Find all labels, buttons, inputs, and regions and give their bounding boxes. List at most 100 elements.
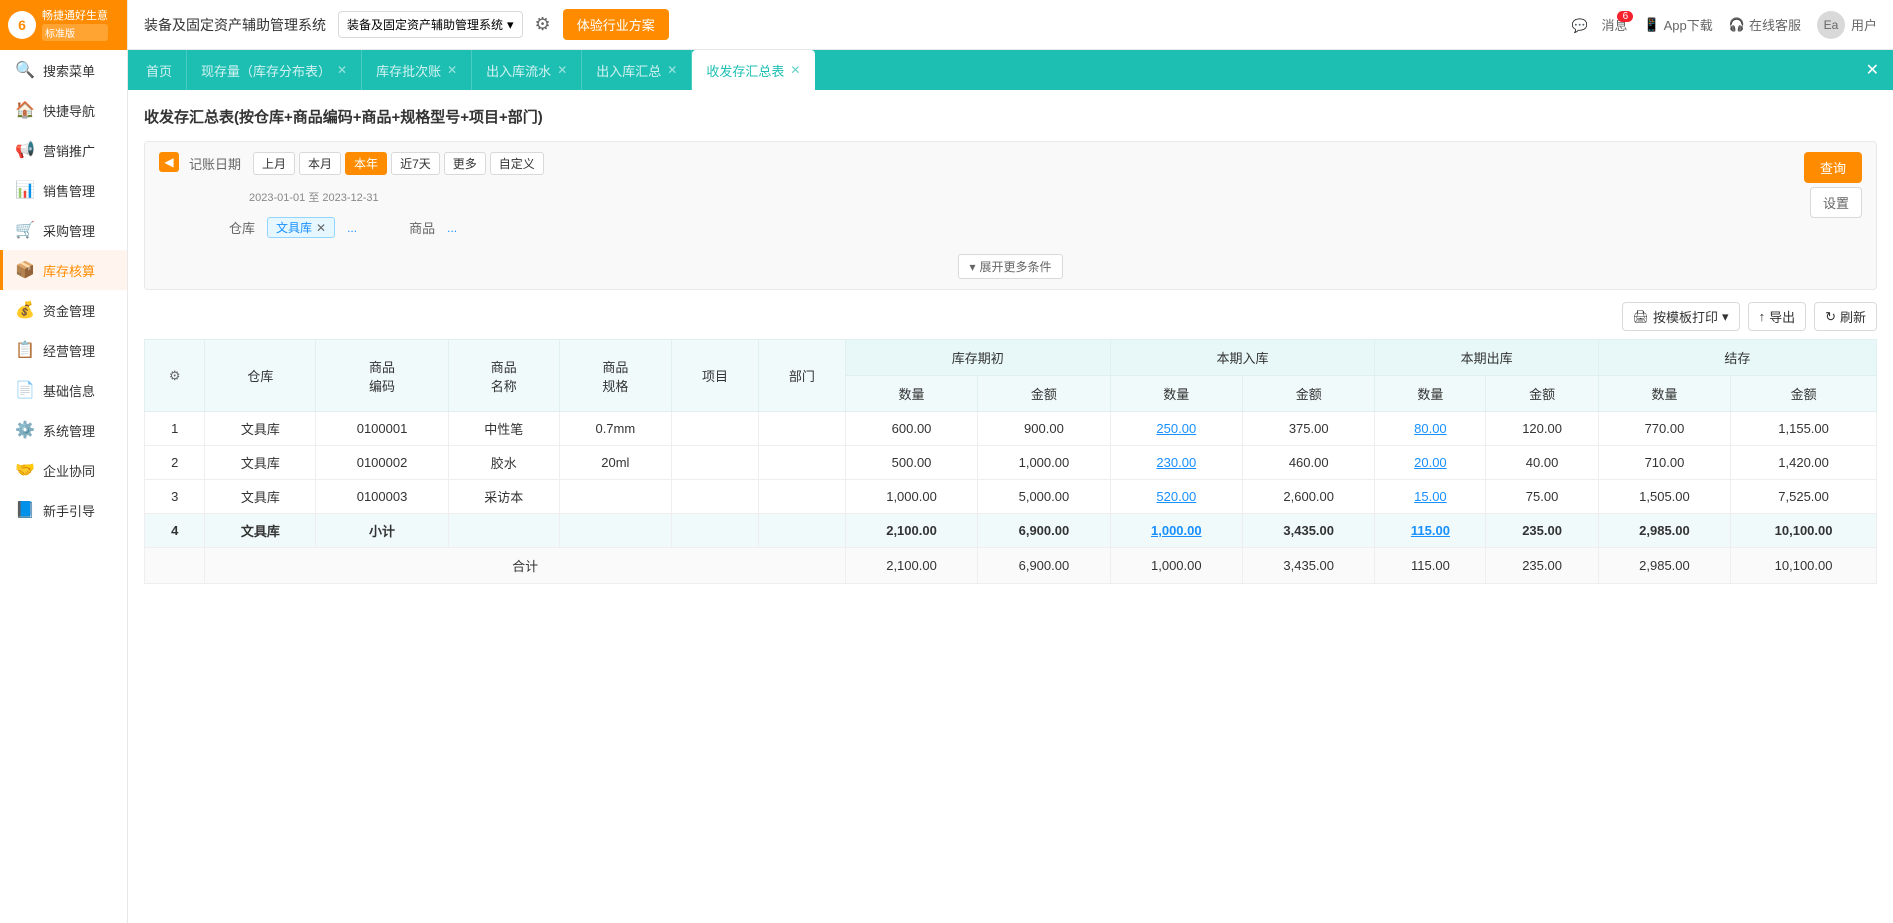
- trial-button[interactable]: 体验行业方案: [563, 9, 669, 40]
- th-dept: 部门: [758, 340, 845, 412]
- footer-in-amt: 3,435.00: [1243, 548, 1375, 584]
- page-content: 收发存汇总表(按仓库+商品编码+商品+规格型号+项目+部门) ◀ 记账日期 上月…: [128, 90, 1893, 923]
- row-out-qty[interactable]: 15.00: [1375, 480, 1486, 514]
- tab-label: 现存量（库存分布表）: [201, 61, 331, 80]
- footer-out-qty: 115.00: [1375, 548, 1486, 584]
- gear-icon: ⚙️: [15, 420, 35, 440]
- tab-inventory-dist[interactable]: 现存量（库存分布表） ✕: [187, 50, 362, 90]
- refresh-btn[interactable]: ↻ 刷新: [1814, 302, 1877, 331]
- close-all-tabs[interactable]: ✕: [1856, 60, 1889, 80]
- sidebar-item-purchase[interactable]: 🛒 采购管理: [0, 210, 127, 250]
- online-service[interactable]: 🎧 在线客服: [1729, 15, 1801, 34]
- tab-close-icon[interactable]: ✕: [337, 63, 347, 77]
- tab-close-icon[interactable]: ✕: [447, 63, 457, 77]
- system-title: 装备及固定资产辅助管理系统: [144, 15, 326, 35]
- row-out-qty[interactable]: 80.00: [1375, 412, 1486, 446]
- th-settings[interactable]: ⚙: [145, 340, 205, 412]
- sidebar-item-sales[interactable]: 📊 销售管理: [0, 170, 127, 210]
- tab-home[interactable]: 首页: [132, 50, 187, 90]
- row-open-amt: 5,000.00: [978, 480, 1110, 514]
- tab-close-icon[interactable]: ✕: [557, 63, 567, 77]
- subtotal-row: 4 文具库 小计 2,100.00 6,900.00 1,000.00 3,43…: [145, 514, 1877, 548]
- th-bal-qty: 数量: [1598, 376, 1730, 412]
- sidebar-item-basic[interactable]: 📄 基础信息: [0, 370, 127, 410]
- sidebar-item-label: 搜索菜单: [43, 61, 95, 80]
- sidebar-item-guide[interactable]: 📘 新手引导: [0, 490, 127, 530]
- headset-icon: 🎧: [1729, 17, 1745, 33]
- page-title: 收发存汇总表(按仓库+商品编码+商品+规格型号+项目+部门): [144, 106, 1877, 127]
- footer-open-amt: 6,900.00: [978, 548, 1110, 584]
- row-bal-qty: 770.00: [1598, 412, 1730, 446]
- tab-batch[interactable]: 库存批次账 ✕: [362, 50, 472, 90]
- footer-in-qty: 1,000.00: [1110, 548, 1242, 584]
- row-out-amt: 120.00: [1486, 412, 1598, 446]
- goods-more[interactable]: ...: [447, 221, 457, 235]
- date-btn-7days[interactable]: 近7天: [391, 152, 440, 175]
- sidebar-item-inventory[interactable]: 📦 库存核算: [0, 250, 127, 290]
- warehouse-tag-close[interactable]: ✕: [316, 221, 326, 235]
- sidebar-item-system[interactable]: ⚙️ 系统管理: [0, 410, 127, 450]
- cart-icon: 🛒: [15, 220, 35, 240]
- subtotal-no: 4: [145, 514, 205, 548]
- th-opening: 库存期初: [845, 340, 1110, 376]
- date-btn-this-year[interactable]: 本年: [345, 152, 387, 175]
- th-warehouse: 仓库: [205, 340, 316, 412]
- row-dept: [758, 446, 845, 480]
- date-btn-last-month[interactable]: 上月: [253, 152, 295, 175]
- table-row: 3 文具库 0100003 采访本 1,000.00 5,000.00 520.…: [145, 480, 1877, 514]
- subtotal-open-qty: 2,100.00: [845, 514, 977, 548]
- row-out-qty[interactable]: 20.00: [1375, 446, 1486, 480]
- notifications[interactable]: 💬 6 消息: [1572, 15, 1628, 34]
- sidebar-item-marketing[interactable]: 📢 营销推广: [0, 130, 127, 170]
- print-btn[interactable]: 🖨 按模板打印 ▾: [1622, 302, 1740, 331]
- subtotal-in-qty[interactable]: 1,000.00: [1110, 514, 1242, 548]
- date-btn-custom[interactable]: 自定义: [490, 152, 544, 175]
- tab-inout-flow[interactable]: 出入库流水 ✕: [472, 50, 582, 90]
- tab-close-icon[interactable]: ✕: [667, 63, 677, 77]
- query-button[interactable]: 查询: [1804, 152, 1862, 183]
- subtotal-bal-qty: 2,985.00: [1598, 514, 1730, 548]
- chevron-down-icon: ▾: [507, 17, 514, 33]
- row-in-qty[interactable]: 520.00: [1110, 480, 1242, 514]
- warehouse-filter-label: 仓库: [229, 218, 255, 237]
- row-bal-qty: 710.00: [1598, 446, 1730, 480]
- system-selector[interactable]: 装备及固定资产辅助管理系统 ▾: [338, 11, 523, 38]
- sidebar-item-search[interactable]: 🔍 搜索菜单: [0, 50, 127, 90]
- sidebar-item-label: 库存核算: [43, 261, 95, 280]
- expand-conditions-btn[interactable]: ▾ 展开更多条件: [958, 254, 1062, 279]
- row-open-qty: 1,000.00: [845, 480, 977, 514]
- sidebar-item-operations[interactable]: 📋 经营管理: [0, 330, 127, 370]
- settings-button[interactable]: 设置: [1810, 187, 1862, 218]
- sidebar-item-quicknav[interactable]: 🏠 快捷导航: [0, 90, 127, 130]
- date-btn-more[interactable]: 更多: [444, 152, 486, 175]
- subtotal-empty: [559, 514, 671, 548]
- footer-label: 合计: [205, 548, 845, 584]
- warehouse-more[interactable]: ...: [347, 221, 357, 235]
- settings-icon[interactable]: ⚙: [535, 14, 551, 35]
- row-code: 0100003: [316, 480, 448, 514]
- th-in-qty: 数量: [1110, 376, 1242, 412]
- bell-icon: 💬: [1572, 18, 1588, 33]
- user-menu[interactable]: Ea 用户: [1817, 11, 1877, 39]
- footer-out-amt: 235.00: [1486, 548, 1598, 584]
- app-download[interactable]: 📱 App下载: [1643, 15, 1712, 34]
- box-icon: 📦: [15, 260, 35, 280]
- date-btn-this-month[interactable]: 本月: [299, 152, 341, 175]
- row-in-qty[interactable]: 250.00: [1110, 412, 1242, 446]
- tab-close-icon[interactable]: ✕: [790, 63, 800, 77]
- tab-receive-send[interactable]: 收发存汇总表 ✕: [692, 50, 815, 90]
- export-btn[interactable]: ↑ 导出: [1748, 302, 1807, 331]
- subtotal-warehouse: 文具库: [205, 514, 316, 548]
- subtotal-out-qty[interactable]: 115.00: [1375, 514, 1486, 548]
- filter-collapse-btn[interactable]: ◀: [159, 152, 179, 172]
- row-project: [671, 412, 758, 446]
- sidebar-item-label: 新手引导: [43, 501, 95, 520]
- th-balance: 结存: [1598, 340, 1876, 376]
- th-open-amt: 金额: [978, 376, 1110, 412]
- tab-inout-summary[interactable]: 出入库汇总 ✕: [582, 50, 692, 90]
- search-icon: 🔍: [15, 60, 35, 80]
- row-out-amt: 40.00: [1486, 446, 1598, 480]
- sidebar-item-finance[interactable]: 💰 资金管理: [0, 290, 127, 330]
- row-in-qty[interactable]: 230.00: [1110, 446, 1242, 480]
- sidebar-item-collab[interactable]: 🤝 企业协同: [0, 450, 127, 490]
